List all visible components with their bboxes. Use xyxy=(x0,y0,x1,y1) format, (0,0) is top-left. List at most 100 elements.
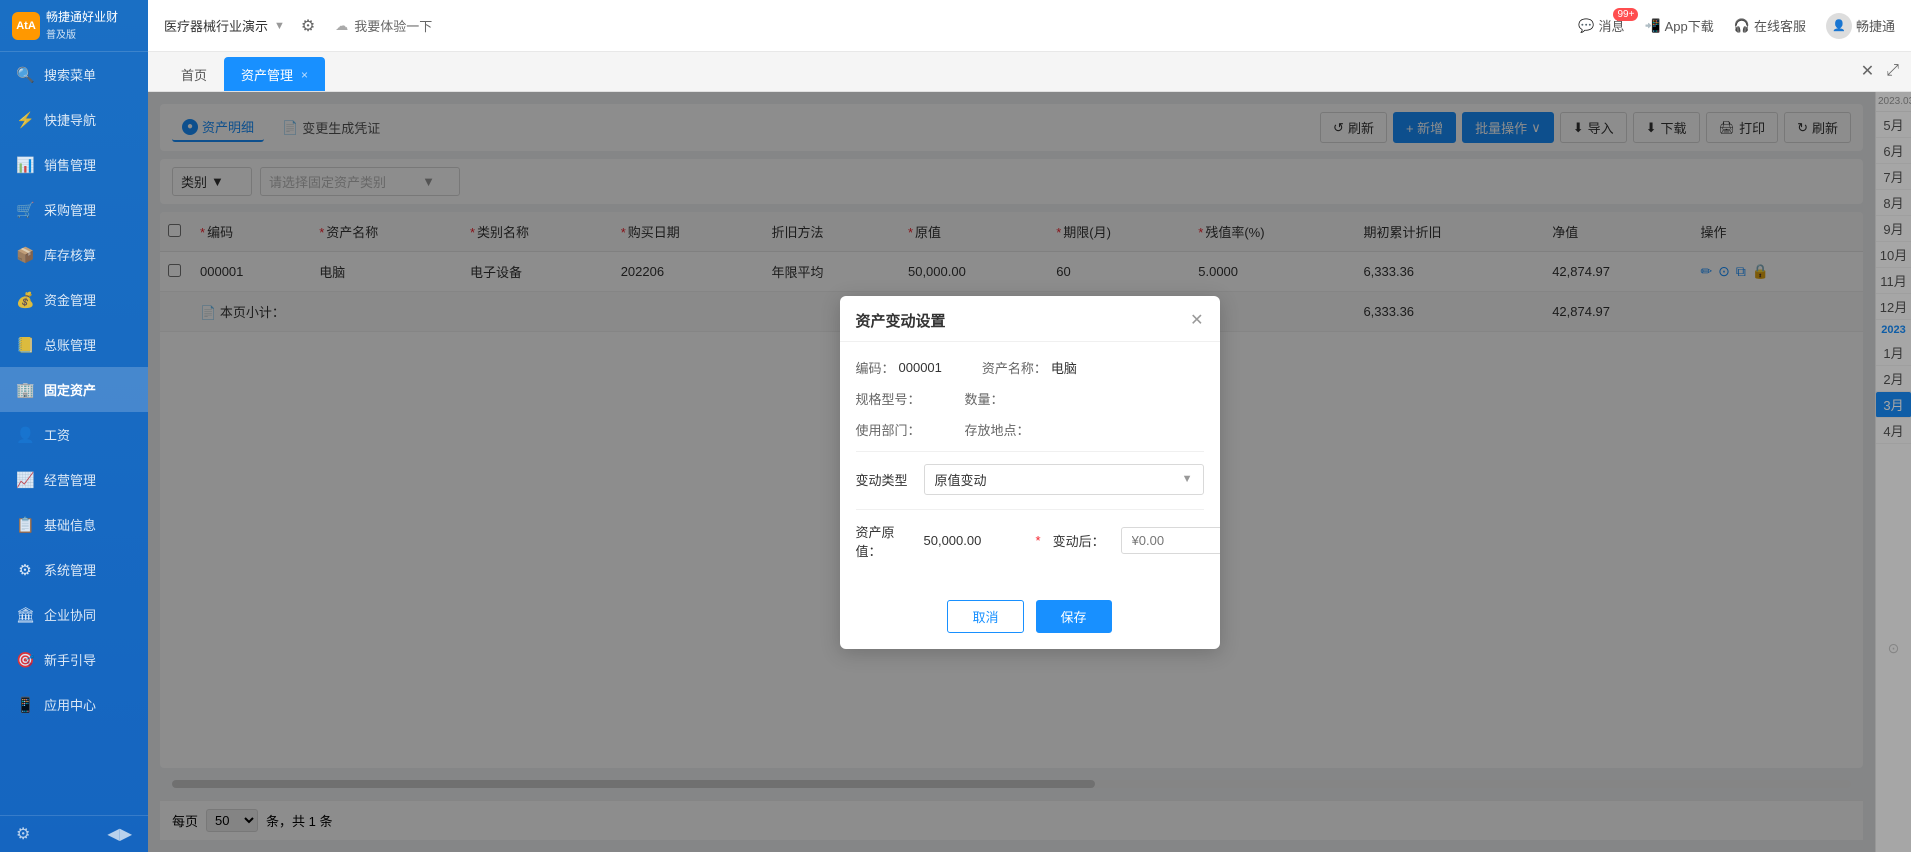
appstore-icon: 📱 xyxy=(16,696,34,714)
sidebar-item-label: 固定资产 xyxy=(44,380,96,399)
location-label: 存放地点： xyxy=(965,420,1030,439)
base-info-icon: 📋 xyxy=(16,516,34,534)
tab-home[interactable]: 首页 xyxy=(164,57,224,91)
original-value-display: 50,000.00 xyxy=(924,528,1024,553)
dialog-close-button[interactable]: ✕ xyxy=(1190,310,1203,330)
sidebar-item-base-info[interactable]: 📋 基础信息 xyxy=(0,502,148,547)
dialog-footer: 取消 保存 xyxy=(840,590,1220,649)
sidebar-item-label: 经营管理 xyxy=(44,470,96,489)
settings-icon[interactable]: ⚙ xyxy=(16,824,30,844)
operations-icon: 📈 xyxy=(16,471,34,489)
after-value-input[interactable] xyxy=(1121,527,1220,554)
dialog-row-2: 规格型号： 数量： xyxy=(856,389,1204,408)
user-menu[interactable]: 👤 畅捷通 xyxy=(1826,13,1895,39)
app-download-button[interactable]: 📲 App下载 xyxy=(1644,16,1713,35)
name-label: 资产名称： xyxy=(982,358,1047,377)
sidebar-item-label: 企业协同 xyxy=(44,605,96,624)
sidebar-item-quicknav[interactable]: ⚡ 快捷导航 xyxy=(0,97,148,142)
cancel-button[interactable]: 取消 xyxy=(947,600,1023,633)
customer-service-label: 在线客服 xyxy=(1754,16,1806,35)
dialog-row-3: 使用部门： 存放地点： xyxy=(856,420,1204,439)
sidebar-item-label: 应用中心 xyxy=(44,695,96,714)
dept-label: 使用部门： xyxy=(856,420,921,439)
change-type-value: 原值变动 xyxy=(935,470,1178,489)
tabs-bar: 首页 资产管理 × ✕ ⤢ xyxy=(148,52,1911,92)
company-arrow-icon: ▼ xyxy=(274,20,285,32)
customer-service-button[interactable]: 🎧 在线客服 xyxy=(1734,16,1806,35)
guide-icon: 🎯 xyxy=(16,651,34,669)
settings-gear-icon[interactable]: ⚙ xyxy=(301,16,315,36)
app-edition: 普及版 xyxy=(46,26,118,41)
sidebar-item-label: 系统管理 xyxy=(44,560,96,579)
name-value: 电脑 xyxy=(1051,358,1077,377)
dialog-value-row: 资产原值： 50,000.00 * 变动后： xyxy=(856,522,1204,560)
sidebar-item-system[interactable]: ⚙ 系统管理 xyxy=(0,547,148,592)
sidebar-item-label: 新手引导 xyxy=(44,650,96,669)
dialog-row-1: 编码： 000001 资产名称： 电脑 xyxy=(856,358,1204,377)
ledger-icon: 📒 xyxy=(16,336,34,354)
change-type-label: 变动类型 xyxy=(856,470,916,489)
headset-icon: 🎧 xyxy=(1734,18,1750,34)
sidebar-item-label: 采购管理 xyxy=(44,200,96,219)
sidebar-scroll: 🔍 搜索菜单 ⚡ 快捷导航 📊 销售管理 🛒 采购管理 📦 库存核算 💰 资金管… xyxy=(0,52,148,815)
app-name: 畅捷通好业财 xyxy=(46,10,118,26)
sidebar-item-fixed-assets[interactable]: 🏢 固定资产 xyxy=(0,367,148,412)
dialog-change-type-row: 变动类型 原值变动 ▼ xyxy=(856,464,1204,495)
after-label: 变动后： xyxy=(1053,531,1113,550)
search-icon: 🔍 xyxy=(16,66,34,84)
tab-close-icon[interactable]: × xyxy=(301,68,308,82)
sidebar-item-label: 快捷导航 xyxy=(44,110,96,129)
inventory-icon: 📦 xyxy=(16,246,34,264)
modal-overlay: 资产变动设置 ✕ 编码： 000001 资产名称： 电脑 xyxy=(148,92,1911,852)
system-icon: ⚙ xyxy=(16,561,34,579)
company-selector[interactable]: 医疗器械行业演示 ▼ xyxy=(164,16,285,35)
sidebar-item-appstore[interactable]: 📱 应用中心 xyxy=(0,682,148,727)
dialog-body: 编码： 000001 资产名称： 电脑 规格型号： xyxy=(840,342,1220,590)
close-tab-icon[interactable]: ✕ xyxy=(1857,57,1878,85)
sidebar: AtA 畅捷通好业财 普及版 🔍 搜索菜单 ⚡ 快捷导航 📊 销售管理 🛒 采购… xyxy=(0,0,148,852)
topbar-right: 💬 消息 99+ 📲 App下载 🎧 在线客服 👤 畅捷通 xyxy=(1578,13,1895,39)
dialog-dept-field: 使用部门： xyxy=(856,420,925,439)
sidebar-item-sales[interactable]: 📊 销售管理 xyxy=(0,142,148,187)
sidebar-item-label: 总账管理 xyxy=(44,335,96,354)
dialog-header: 资产变动设置 ✕ xyxy=(840,296,1220,342)
sidebar-item-guide[interactable]: 🎯 新手引导 xyxy=(0,637,148,682)
app-logo-icon: AtA xyxy=(12,12,40,40)
collapse-icon[interactable]: ◀▶ xyxy=(107,824,132,844)
download-icon: 📲 xyxy=(1644,18,1660,34)
save-button[interactable]: 保存 xyxy=(1036,600,1112,633)
quantity-label: 数量： xyxy=(965,389,1004,408)
sidebar-item-enterprise[interactable]: 🏛 企业协同 xyxy=(0,592,148,637)
sidebar-item-search[interactable]: 🔍 搜索菜单 xyxy=(0,52,148,97)
main-content: 医疗器械行业演示 ▼ ⚙ ☁ 我要体验一下 💬 消息 99+ 📲 App下载 🎧… xyxy=(148,0,1911,852)
change-type-select[interactable]: 原值变动 ▼ xyxy=(924,464,1204,495)
experience-button[interactable]: ☁ 我要体验一下 xyxy=(335,16,432,35)
sidebar-item-label: 基础信息 xyxy=(44,515,96,534)
sidebar-item-purchase[interactable]: 🛒 采购管理 xyxy=(0,187,148,232)
dialog-name-field: 资产名称： 电脑 xyxy=(982,358,1077,377)
funds-icon: 💰 xyxy=(16,291,34,309)
required-star: * xyxy=(1036,533,1041,548)
code-label: 编码： xyxy=(856,358,895,377)
purchase-icon: 🛒 xyxy=(16,201,34,219)
message-button[interactable]: 💬 消息 99+ xyxy=(1578,16,1624,35)
topbar: 医疗器械行业演示 ▼ ⚙ ☁ 我要体验一下 💬 消息 99+ 📲 App下载 🎧… xyxy=(148,0,1911,52)
company-name: 医疗器械行业演示 xyxy=(164,16,268,35)
sidebar-item-inventory[interactable]: 📦 库存核算 xyxy=(0,232,148,277)
sidebar-item-label: 搜索菜单 xyxy=(44,65,96,84)
sidebar-item-label: 库存核算 xyxy=(44,245,96,264)
sidebar-item-label: 工资 xyxy=(44,425,70,444)
tab-asset-management[interactable]: 资产管理 × xyxy=(224,57,325,91)
expand-icon[interactable]: ⤢ xyxy=(1882,58,1903,84)
sidebar-item-payroll[interactable]: 👤 工资 xyxy=(0,412,148,457)
original-value-label: 资产原值： xyxy=(856,522,916,560)
sidebar-item-operations[interactable]: 📈 经营管理 xyxy=(0,457,148,502)
sidebar-item-funds[interactable]: 💰 资金管理 xyxy=(0,277,148,322)
asset-change-dialog: 资产变动设置 ✕ 编码： 000001 资产名称： 电脑 xyxy=(840,296,1220,649)
payroll-icon: 👤 xyxy=(16,426,34,444)
sidebar-item-ledger[interactable]: 📒 总账管理 xyxy=(0,322,148,367)
sidebar-logo: AtA 畅捷通好业财 普及版 xyxy=(0,0,148,52)
message-icon: 💬 xyxy=(1578,18,1594,34)
avatar: 👤 xyxy=(1826,13,1852,39)
sidebar-footer: ⚙ ◀▶ xyxy=(0,815,148,852)
